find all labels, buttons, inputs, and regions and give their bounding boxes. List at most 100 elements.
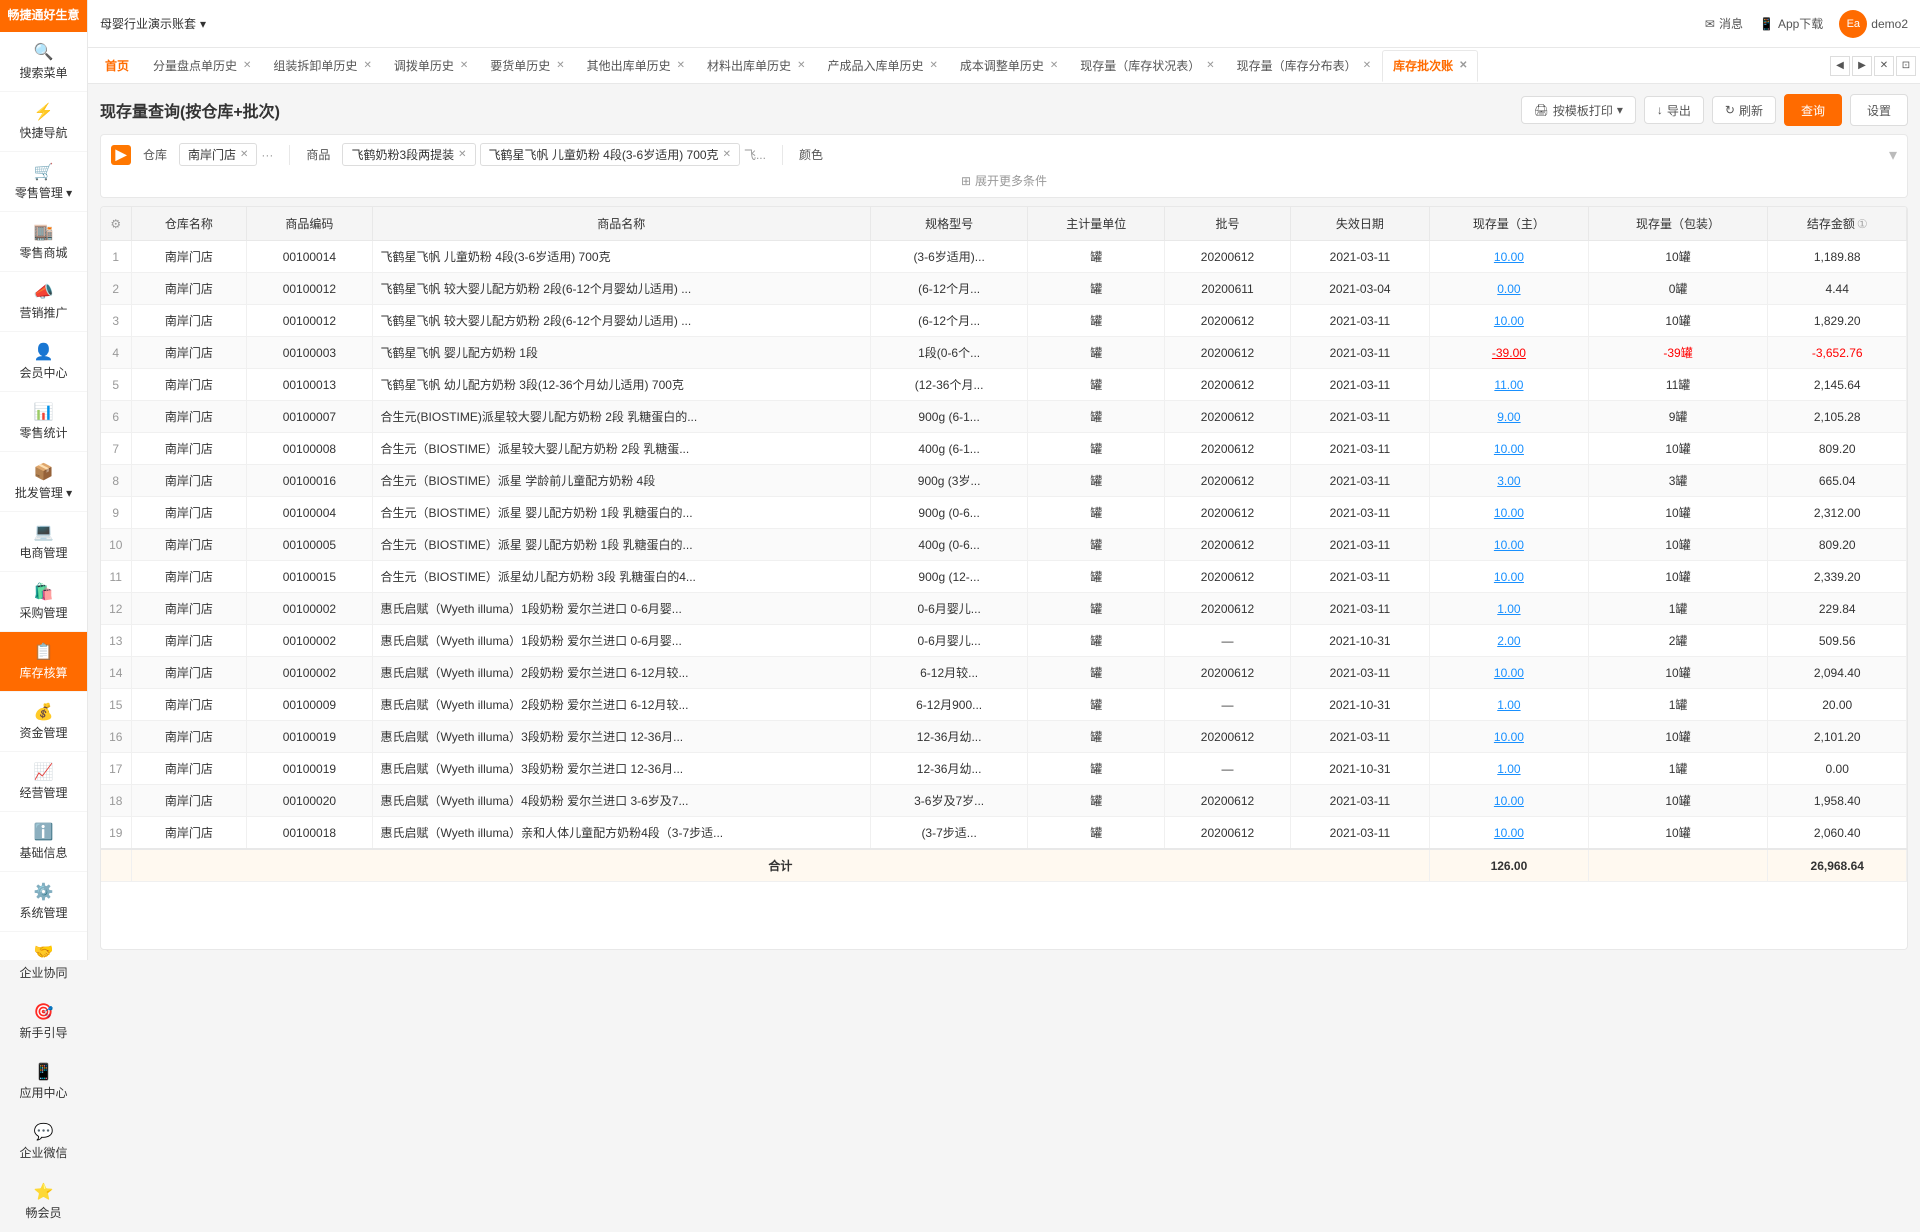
tab-10[interactable]: 现存量（库存分布表）✕: [1226, 50, 1382, 82]
goods-tag-1: 飞鹤奶粉3段两提装 ✕: [342, 143, 475, 166]
sidebar-item-11[interactable]: 💰资金管理: [0, 692, 87, 752]
col-unit: 主计量单位: [1028, 207, 1165, 241]
sidebar-item-9[interactable]: 🛍️采购管理: [0, 572, 87, 632]
warehouse-filter-more[interactable]: ···: [261, 148, 273, 162]
user-profile[interactable]: Ea demo2: [1839, 10, 1908, 38]
tab-9[interactable]: 现存量（库存状况表）✕: [1069, 50, 1225, 82]
industry-selector[interactable]: 母婴行业演示账套 ▾: [100, 15, 206, 32]
sidebar-item-10[interactable]: 📋库存核算: [0, 632, 87, 692]
query-btn[interactable]: 查询: [1784, 94, 1842, 126]
tab-close-5[interactable]: ✕: [677, 60, 685, 71]
col-warehouse: 仓库名称: [131, 207, 247, 241]
print-btn[interactable]: 🖨 按模板打印 ▾: [1521, 96, 1636, 124]
settings-btn[interactable]: 设置: [1850, 94, 1908, 126]
tab-0[interactable]: 首页: [92, 50, 142, 82]
tab-close-10[interactable]: ✕: [1363, 60, 1371, 71]
sidebar-item-3[interactable]: 🏬零售商城: [0, 212, 87, 272]
tab-close-4[interactable]: ✕: [556, 60, 564, 71]
filter-collapse-arrow[interactable]: ▾: [1889, 145, 1897, 165]
table-row: 14 南岸门店 00100002 惠氏启赋（Wyeth illuma）2段奶粉 …: [101, 657, 1907, 689]
print-icon: 🖨: [1534, 103, 1549, 117]
sidebar-item-14[interactable]: ⚙️系统管理: [0, 872, 87, 932]
tab-arrows: ◀ ▶ ✕ ⊡: [1830, 56, 1916, 76]
tab-close-8[interactable]: ✕: [1050, 60, 1058, 71]
sidebar-item-4[interactable]: 📣营销推广: [0, 272, 87, 332]
sidebar-item-6[interactable]: 📊零售统计: [0, 392, 87, 452]
sidebar-item-18[interactable]: 💬企业微信: [0, 1112, 87, 1172]
sidebar-item-13[interactable]: ℹ️基础信息: [0, 812, 87, 872]
sidebar-item-8[interactable]: 💻电商管理: [0, 512, 87, 572]
col-spec: 规格型号: [870, 207, 1027, 241]
warehouse-tag: 南岸门店 ✕: [179, 143, 257, 166]
tab-8[interactable]: 成本调整单历史✕: [949, 50, 1069, 82]
filter-sep-1: [289, 145, 290, 165]
page-header: 现存量查询(按仓库+批次) 🖨 按模板打印 ▾ ↓ 导出 ↻ 刷新 查询: [100, 94, 1908, 126]
table-row: 19 南岸门店 00100018 惠氏启赋（Wyeth illuma）亲和人体儿…: [101, 817, 1907, 850]
page-actions: 🖨 按模板打印 ▾ ↓ 导出 ↻ 刷新 查询 设置: [1521, 94, 1908, 126]
table-row: 16 南岸门店 00100019 惠氏启赋（Wyeth illuma）3段奶粉 …: [101, 721, 1907, 753]
goods-tag-1-remove[interactable]: ✕: [458, 149, 466, 160]
tab-4[interactable]: 要货单历史✕: [479, 50, 575, 82]
app-download-btn[interactable]: 📱 App下载: [1759, 15, 1823, 32]
tab-menu-btn[interactable]: ⊡: [1896, 56, 1916, 76]
sidebar-item-19[interactable]: ⭐畅会员: [0, 1172, 87, 1232]
message-btn[interactable]: ✉ 消息: [1705, 15, 1743, 32]
refresh-btn[interactable]: ↻ 刷新: [1712, 96, 1776, 124]
tab-1[interactable]: 分量盘点单历史✕: [142, 50, 262, 82]
col-name: 商品名称: [372, 207, 870, 241]
table-row: 5 南岸门店 00100013 飞鹤星飞帆 幼儿配方奶粉 3段(12-36个月幼…: [101, 369, 1907, 401]
tab-close-btn[interactable]: ✕: [1874, 56, 1894, 76]
table-row: 9 南岸门店 00100004 合生元（BIOSTIME）派星 婴儿配方奶粉 1…: [101, 497, 1907, 529]
table-row: 7 南岸门店 00100008 合生元（BIOSTIME）派星较大婴儿配方奶粉 …: [101, 433, 1907, 465]
tab-7[interactable]: 产成品入库单历史✕: [816, 50, 948, 82]
export-icon: ↓: [1657, 103, 1663, 117]
sidebar-item-12[interactable]: 📈经营管理: [0, 752, 87, 812]
tab-2[interactable]: 组装拆卸单历史✕: [262, 50, 382, 82]
sidebar-item-1[interactable]: ⚡快捷导航: [0, 92, 87, 152]
goods-tag-2-remove[interactable]: ✕: [723, 149, 731, 160]
tab-close-11[interactable]: ✕: [1459, 60, 1467, 71]
tab-next-btn[interactable]: ▶: [1852, 56, 1872, 76]
sidebar-item-17[interactable]: 📱应用中心: [0, 1052, 87, 1112]
tab-close-1[interactable]: ✕: [243, 60, 251, 71]
tab-close-2[interactable]: ✕: [363, 60, 371, 71]
top-header: 母婴行业演示账套 ▾ ✉ 消息 📱 App下载 Ea demo2: [88, 0, 1920, 48]
tab-close-3[interactable]: ✕: [460, 60, 468, 71]
sidebar-item-7[interactable]: 📦批发管理 ▾: [0, 452, 87, 512]
warehouse-filter-label: 仓库: [143, 146, 167, 163]
industry-arrow: ▾: [200, 17, 206, 31]
tab-close-9[interactable]: ✕: [1206, 60, 1214, 71]
col-settings[interactable]: ⚙: [101, 207, 131, 241]
tab-prev-btn[interactable]: ◀: [1830, 56, 1850, 76]
color-filter-label: 颜色: [799, 146, 823, 163]
goods-filter-tags: 飞鹤奶粉3段两提装 ✕ 飞鹤星飞帆 儿童奶粉 4段(3-6岁适用) 700克 ✕…: [342, 143, 766, 166]
table-row: 1 南岸门店 00100014 飞鹤星飞帆 儿童奶粉 4段(3-6岁适用) 70…: [101, 241, 1907, 273]
tab-11[interactable]: 库存批次账✕: [1382, 50, 1478, 82]
col-code: 商品编码: [247, 207, 372, 241]
header-left: 母婴行业演示账套 ▾: [100, 15, 206, 32]
warehouse-tag-remove[interactable]: ✕: [240, 149, 248, 160]
tab-5[interactable]: 其他出库单历史✕: [576, 50, 696, 82]
table-row: 10 南岸门店 00100005 合生元（BIOSTIME）派星 婴儿配方奶粉 …: [101, 529, 1907, 561]
tab-close-6[interactable]: ✕: [797, 60, 805, 71]
message-icon: ✉: [1705, 17, 1715, 31]
goods-filter-more[interactable]: 飞...: [744, 146, 766, 163]
table-row: 13 南岸门店 00100002 惠氏启赋（Wyeth illuma）1段奶粉 …: [101, 625, 1907, 657]
tab-6[interactable]: 材料出库单历史✕: [696, 50, 816, 82]
col-qty-main: 现存量（主）: [1430, 207, 1588, 241]
table-row: 2 南岸门店 00100012 飞鹤星飞帆 较大婴儿配方奶粉 2段(6-12个月…: [101, 273, 1907, 305]
sidebar-item-5[interactable]: 👤会员中心: [0, 332, 87, 392]
export-btn[interactable]: ↓ 导出: [1644, 96, 1704, 124]
filter-sep-2: [782, 145, 783, 165]
tab-3[interactable]: 调拨单历史✕: [383, 50, 479, 82]
filter-expand-more[interactable]: ⊞ 展开更多条件: [111, 172, 1897, 189]
download-icon: 📱: [1759, 17, 1774, 31]
sidebar-item-16[interactable]: 🎯新手引导: [0, 992, 87, 1052]
sidebar-item-2[interactable]: 🛒零售管理 ▾: [0, 152, 87, 212]
sidebar-item-15[interactable]: 🤝企业协同: [0, 932, 87, 992]
table-container: ⚙ 仓库名称 商品编码 商品名称 规格型号 主计量单位 批号 失效日期 现存量（…: [100, 206, 1908, 950]
avatar: Ea: [1839, 10, 1867, 38]
sidebar-item-0[interactable]: 🔍搜索菜单: [0, 32, 87, 92]
tab-close-7[interactable]: ✕: [929, 60, 937, 71]
filter-expand-btn[interactable]: ▶: [111, 145, 131, 165]
